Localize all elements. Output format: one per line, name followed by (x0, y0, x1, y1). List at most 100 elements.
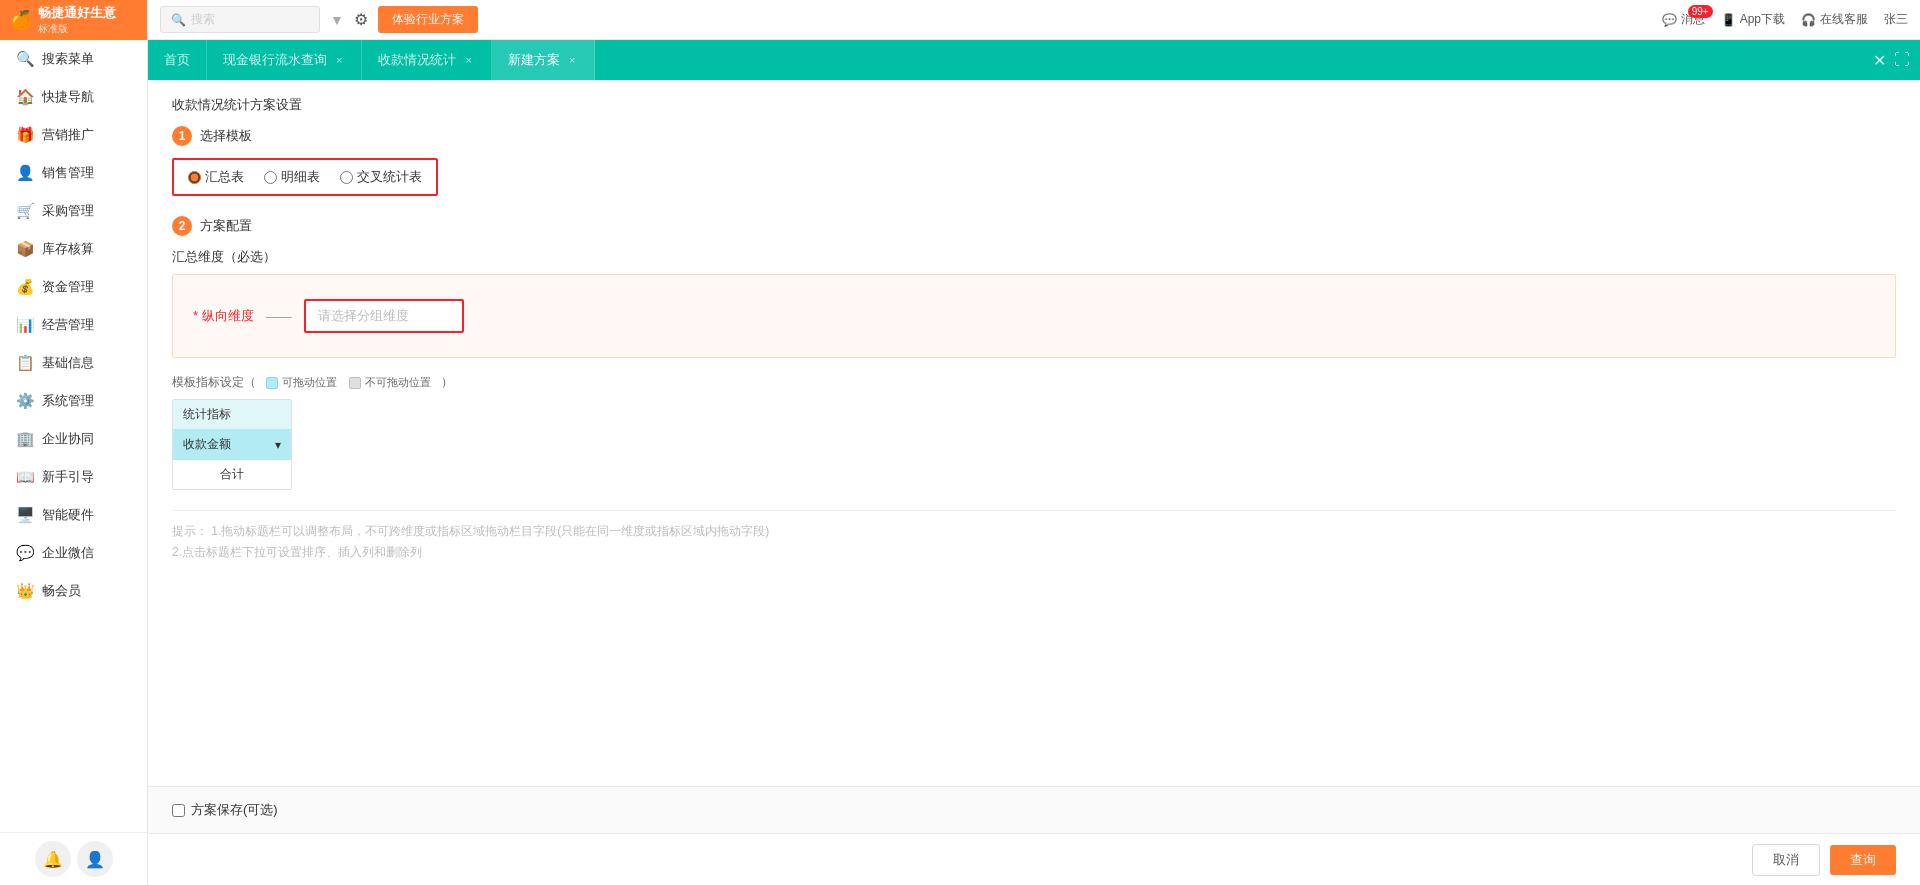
online-service-button[interactable]: 🎧 在线客服 (1801, 11, 1868, 28)
legend-draggable-label: 可拖动位置 (282, 375, 337, 390)
metrics-col-total: 合计 (173, 460, 291, 489)
radio-detail[interactable]: 明细表 (264, 168, 320, 186)
sidebar-bottom-icon2[interactable]: 👤 (77, 841, 113, 877)
sidebar-item-label: 资金管理 (42, 278, 94, 296)
tabbar-close-icon[interactable]: ✕ (1873, 51, 1886, 70)
sidebar-item-quick-nav[interactable]: 🏠 快捷导航 (0, 78, 147, 116)
sidebar-item-search-menu[interactable]: 🔍 搜索菜单 (0, 40, 147, 78)
sidebar-item-purchase[interactable]: 🛒 采购管理 (0, 192, 147, 230)
sidebar-item-hardware[interactable]: 🖥️ 智能硬件 (0, 496, 147, 534)
tab-new-plan-close[interactable]: × (566, 53, 578, 67)
tab-receipt-stats-label: 收款情况统计 (378, 51, 456, 69)
tab-receipt-stats[interactable]: 收款情况统计 × (362, 40, 491, 80)
radio-detail-input[interactable] (264, 171, 277, 184)
topbar-gear-icon[interactable]: ⚙ (354, 10, 368, 29)
tab-bank-flow-label: 现金银行流水查询 (223, 51, 327, 69)
sidebar-item-label: 经营管理 (42, 316, 94, 334)
step2-section: 2 方案配置 汇总维度（必选） 纵向维度 —— 请选择分组维度 (172, 216, 1896, 577)
sidebar-item-label: 新手引导 (42, 468, 94, 486)
sidebar-item-label: 基础信息 (42, 354, 94, 372)
quick-nav-icon: 🏠 (16, 88, 34, 106)
footer-section: 方案保存(可选) (148, 786, 1920, 833)
radio-summary[interactable]: 汇总表 (188, 168, 244, 186)
app-name: 畅捷通好生意 (38, 4, 116, 22)
tab-new-plan[interactable]: 新建方案 × (492, 40, 595, 80)
metrics-col-header[interactable]: 收款金额 ▾ (173, 430, 291, 460)
tab-new-plan-label: 新建方案 (508, 51, 560, 69)
sidebar-bottom-icon1[interactable]: 🔔 (35, 841, 71, 877)
sidebar-item-inventory[interactable]: 📦 库存核算 (0, 230, 147, 268)
sidebar-item-guide[interactable]: 📖 新手引导 (0, 458, 147, 496)
operations-icon: 📊 (16, 316, 34, 334)
base-info-icon: 📋 (16, 354, 34, 372)
metrics-col-label: 收款金额 (183, 436, 231, 453)
dimension-row: 纵向维度 —— 请选择分组维度 (193, 299, 1875, 333)
message-button[interactable]: 💬 消息 99+ (1662, 11, 1705, 28)
sidebar-item-system[interactable]: ⚙️ 系统管理 (0, 382, 147, 420)
sidebar: 🍊 畅捷通好生意 标准版 🔍 搜索菜单 🏠 快捷导航 🎁 营销推广 👤 销售管理… (0, 0, 148, 885)
service-icon: 🎧 (1801, 13, 1816, 27)
dimension-select[interactable]: 请选择分组维度 (304, 299, 464, 333)
sidebar-item-enterprise[interactable]: 🏢 企业协同 (0, 420, 147, 458)
save-checkbox-label[interactable]: 方案保存(可选) (172, 801, 278, 819)
radio-summary-input[interactable] (188, 171, 201, 184)
hint-1: 提示： 1.拖动标题栏可以调整布局，不可跨维度或指标区域拖动栏目字段(只能在同一… (172, 523, 1896, 540)
step2-header: 2 方案配置 (172, 216, 1896, 236)
logo-icon: 🍊 (10, 9, 32, 31)
sidebar-item-member[interactable]: 👑 畅会员 (0, 572, 147, 610)
app-edition: 标准版 (38, 22, 116, 36)
search-icon: 🔍 (171, 13, 186, 27)
tab-home[interactable]: 首页 (148, 40, 207, 80)
legend-fixed: 不可拖动位置 (349, 375, 431, 390)
tabbar-maximize-icon[interactable]: ⛶ (1894, 51, 1910, 69)
sidebar-item-base-info[interactable]: 📋 基础信息 (0, 344, 147, 382)
sidebar-item-finance[interactable]: 💰 资金管理 (0, 268, 147, 306)
topbar-search-box[interactable]: 🔍 搜索 (160, 6, 320, 33)
step2-number: 2 (172, 216, 192, 236)
dimension-arrow: —— (266, 309, 292, 324)
message-badge: 99+ (1688, 5, 1713, 18)
app-download-button[interactable]: 📱 App下载 (1721, 11, 1785, 28)
sidebar-item-label: 搜索菜单 (42, 50, 94, 68)
sidebar-item-label: 系统管理 (42, 392, 94, 410)
username: 张三 (1884, 12, 1908, 26)
radio-cross-label: 交叉统计表 (357, 168, 422, 186)
wechat-icon: 💬 (16, 544, 34, 562)
tab-bank-flow-close[interactable]: × (333, 53, 345, 67)
legend-fixed-dot (349, 377, 361, 389)
save-checkbox[interactable] (172, 804, 185, 817)
radio-cross-input[interactable] (340, 171, 353, 184)
radio-detail-label: 明细表 (281, 168, 320, 186)
sidebar-item-operations[interactable]: 📊 经营管理 (0, 306, 147, 344)
topbar-dropdown-icon[interactable]: ▼ (330, 12, 344, 28)
radio-cross[interactable]: 交叉统计表 (340, 168, 422, 186)
sidebar-item-wechat[interactable]: 💬 企业微信 (0, 534, 147, 572)
download-icon: 📱 (1721, 13, 1736, 27)
sidebar-item-marketing[interactable]: 🎁 营销推广 (0, 116, 147, 154)
topbar-right: 💬 消息 99+ 📱 App下载 🎧 在线客服 张三 (1662, 11, 1908, 28)
legend-draggable: 可拖动位置 (266, 375, 337, 390)
metrics-col-dropdown[interactable]: ▾ (275, 438, 281, 452)
tab-receipt-stats-close[interactable]: × (462, 53, 474, 67)
sidebar-item-label: 企业协同 (42, 430, 94, 448)
content-area: 收款情况统计方案设置 1 选择模板 汇总表 明细表 (148, 80, 1920, 885)
marketing-icon: 🎁 (16, 126, 34, 144)
trial-button[interactable]: 体验行业方案 (378, 6, 478, 33)
user-info: 张三 (1884, 11, 1908, 28)
metrics-table-header: 统计指标 (173, 400, 291, 430)
step1-header: 1 选择模板 (172, 126, 1896, 146)
metrics-total-label: 合计 (220, 467, 244, 481)
action-bar: 取消 查询 (148, 833, 1920, 885)
cancel-button[interactable]: 取消 (1752, 844, 1820, 876)
sidebar-item-label: 畅会员 (42, 582, 81, 600)
query-button[interactable]: 查询 (1830, 845, 1896, 875)
tab-bank-flow[interactable]: 现金银行流水查询 × (207, 40, 362, 80)
sales-icon: 👤 (16, 164, 34, 182)
dimension-placeholder: 请选择分组维度 (318, 308, 409, 323)
tabbar: 首页 现金银行流水查询 × 收款情况统计 × 新建方案 × ✕ ⛶ (148, 40, 1920, 80)
page-title: 收款情况统计方案设置 (172, 96, 1896, 114)
legend-fixed-label: 不可拖动位置 (365, 375, 431, 390)
sidebar-item-sales[interactable]: 👤 销售管理 (0, 154, 147, 192)
sidebar-item-label: 智能硬件 (42, 506, 94, 524)
topbar: 🔍 搜索 ▼ ⚙ 体验行业方案 💬 消息 99+ 📱 App下载 🎧 在线客服 … (148, 0, 1920, 40)
